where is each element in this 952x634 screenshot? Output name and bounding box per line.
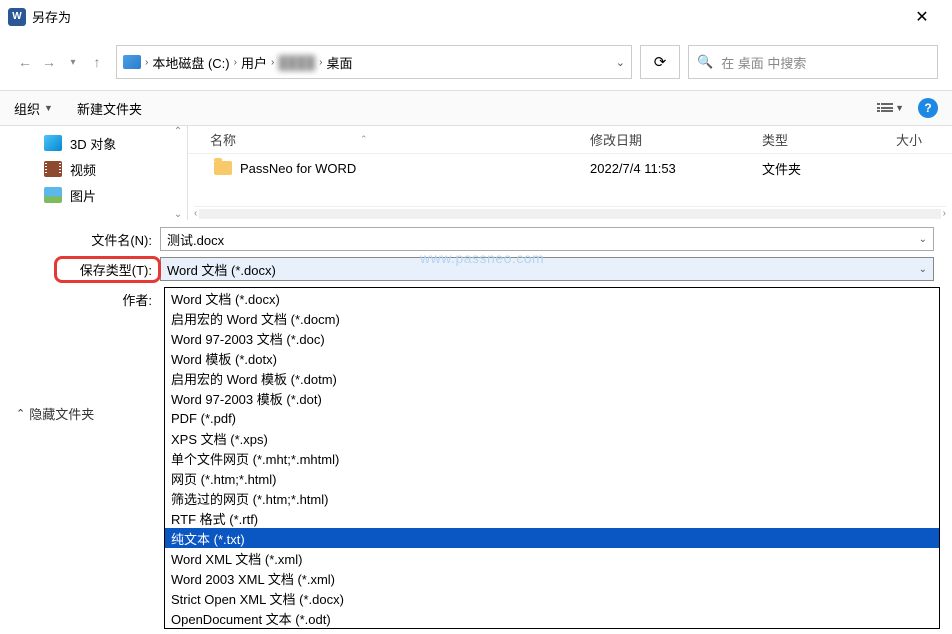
filetype-option[interactable]: Word 模板 (*.dotx) <box>165 348 939 368</box>
table-row[interactable]: PassNeo for WORD 2022/7/4 11:53 文件夹 <box>188 154 952 182</box>
chevron-down-icon: ▼ <box>44 103 53 113</box>
filename-label: 文件名(N): <box>18 230 152 249</box>
column-date[interactable]: 修改日期 <box>590 130 762 149</box>
new-folder-button[interactable]: 新建文件夹 <box>77 99 142 118</box>
view-button[interactable]: ▼ <box>877 103 904 113</box>
content-area: 3D 对象 视频 图片 ⌃⌄ 名称⌃ 修改日期 类型 大小 PassNeo fo… <box>0 126 952 220</box>
window-title: 另存为 <box>32 7 900 26</box>
file-type: 文件夹 <box>762 159 896 178</box>
chevron-down-icon[interactable]: ⌄ <box>919 264 927 275</box>
sidebar: 3D 对象 视频 图片 ⌃⌄ <box>0 126 188 220</box>
hide-folders-toggle[interactable]: ⌃ 隐藏文件夹 <box>16 404 94 423</box>
chevron-down-icon: ▼ <box>895 103 904 113</box>
filetype-option[interactable]: Word 文档 (*.docx) <box>165 288 939 308</box>
video-icon <box>44 161 62 177</box>
crumb-desktop[interactable]: 桌面 <box>327 53 353 72</box>
help-button[interactable]: ? <box>918 98 938 118</box>
file-list-header: 名称⌃ 修改日期 类型 大小 <box>188 126 952 154</box>
filetype-option[interactable]: PDF (*.pdf) <box>165 408 939 428</box>
filetype-option[interactable]: OpenDocument 文本 (*.odt) <box>165 608 939 628</box>
sidebar-item-label: 视频 <box>70 160 96 179</box>
sort-indicator: ⌃ <box>360 134 368 145</box>
folder-icon <box>214 161 232 175</box>
picture-icon <box>44 187 62 203</box>
sidebar-item-3d[interactable]: 3D 对象 <box>0 130 187 156</box>
filetype-option[interactable]: Strict Open XML 文档 (*.docx) <box>165 588 939 608</box>
pc-icon <box>123 55 141 69</box>
organize-label: 组织 <box>14 99 40 118</box>
sidebar-item-label: 图片 <box>70 186 96 205</box>
filetype-option[interactable]: 筛选过的网页 (*.htm;*.html) <box>165 488 939 508</box>
filetype-option[interactable]: 单个文件网页 (*.mht;*.mhtml) <box>165 448 939 468</box>
author-label: 作者: <box>18 290 152 309</box>
recent-dropdown[interactable]: ▾ <box>62 51 84 73</box>
chevron-down-icon[interactable]: ⌄ <box>919 234 927 245</box>
titlebar: W 另存为 ✕ <box>0 0 952 34</box>
column-size[interactable]: 大小 <box>896 130 952 149</box>
file-date: 2022/7/4 11:53 <box>590 161 762 176</box>
3d-icon <box>44 135 62 151</box>
breadcrumb[interactable]: › 本地磁盘 (C:) › 用户 › ████ › 桌面 ⌄ <box>116 45 632 79</box>
filetype-combo[interactable]: Word 文档 (*.docx) ⌄ <box>160 257 934 281</box>
filename-value: 测试.docx <box>167 230 224 249</box>
filetype-option[interactable]: Word XML 文档 (*.xml) <box>165 548 939 568</box>
breadcrumb-dropdown[interactable]: ⌄ <box>616 56 625 69</box>
file-name: PassNeo for WORD <box>240 161 590 176</box>
refresh-button[interactable]: ⟳ <box>640 45 680 79</box>
chevron-down-icon: ⌃ <box>16 407 25 420</box>
sidebar-item-label: 3D 对象 <box>70 134 116 153</box>
crumb-hidden[interactable]: ████ <box>278 55 315 70</box>
filetype-option[interactable]: Word 97-2003 模板 (*.dot) <box>165 388 939 408</box>
crumb-drive[interactable]: 本地磁盘 (C:) <box>152 53 229 72</box>
filename-input[interactable]: 测试.docx ⌄ <box>160 227 934 251</box>
filetype-option[interactable]: 启用宏的 Word 文档 (*.docm) <box>165 308 939 328</box>
organize-button[interactable]: 组织 ▼ <box>14 99 53 118</box>
search-placeholder: 在 桌面 中搜索 <box>721 53 806 72</box>
navbar: ← → ▾ ↑ › 本地磁盘 (C:) › 用户 › ████ › 桌面 ⌄ ⟳… <box>14 42 938 82</box>
chevron-right-icon: › <box>271 57 274 68</box>
filetype-value: Word 文档 (*.docx) <box>167 260 276 279</box>
filetype-label: 保存类型(T): <box>18 260 152 279</box>
sidebar-scrollbar[interactable]: ⌃⌄ <box>171 126 185 220</box>
search-icon: 🔍 <box>697 54 713 70</box>
filetype-option[interactable]: Word 2003 XML 文档 (*.xml) <box>165 568 939 588</box>
word-icon: W <box>8 8 26 26</box>
chevron-right-icon: › <box>319 57 322 68</box>
search-input[interactable]: 🔍 在 桌面 中搜索 <box>688 45 938 79</box>
up-button[interactable]: ↑ <box>86 51 108 73</box>
filetype-option[interactable]: XPS 文档 (*.xps) <box>165 428 939 448</box>
column-type[interactable]: 类型 <box>762 130 896 149</box>
chevron-right-icon: › <box>234 57 237 68</box>
sidebar-item-video[interactable]: 视频 <box>0 156 187 182</box>
filetype-option[interactable]: 网页 (*.htm;*.html) <box>165 468 939 488</box>
filetype-option[interactable]: Word 97-2003 文档 (*.doc) <box>165 328 939 348</box>
back-button[interactable]: ← <box>14 51 36 73</box>
sidebar-item-pictures[interactable]: 图片 <box>0 182 187 208</box>
filetype-option[interactable]: RTF 格式 (*.rtf) <box>165 508 939 528</box>
file-list: 名称⌃ 修改日期 类型 大小 PassNeo for WORD 2022/7/4… <box>188 126 952 220</box>
hide-folders-label: 隐藏文件夹 <box>29 404 94 423</box>
close-button[interactable]: ✕ <box>900 3 944 31</box>
filetype-option[interactable]: 纯文本 (*.txt) <box>165 528 939 548</box>
filetype-option[interactable]: 启用宏的 Word 模板 (*.dotm) <box>165 368 939 388</box>
forward-button[interactable]: → <box>38 51 60 73</box>
chevron-right-icon: › <box>145 57 148 68</box>
filetype-dropdown[interactable]: Word 文档 (*.docx)启用宏的 Word 文档 (*.docm)Wor… <box>164 287 940 629</box>
toolbar: 组织 ▼ 新建文件夹 ▼ ? <box>0 90 952 126</box>
column-name[interactable]: 名称⌃ <box>188 130 590 149</box>
nav-arrows: ← → ▾ ↑ <box>14 51 108 73</box>
crumb-users[interactable]: 用户 <box>241 53 267 72</box>
horizontal-scrollbar[interactable]: ‹› <box>194 206 946 220</box>
